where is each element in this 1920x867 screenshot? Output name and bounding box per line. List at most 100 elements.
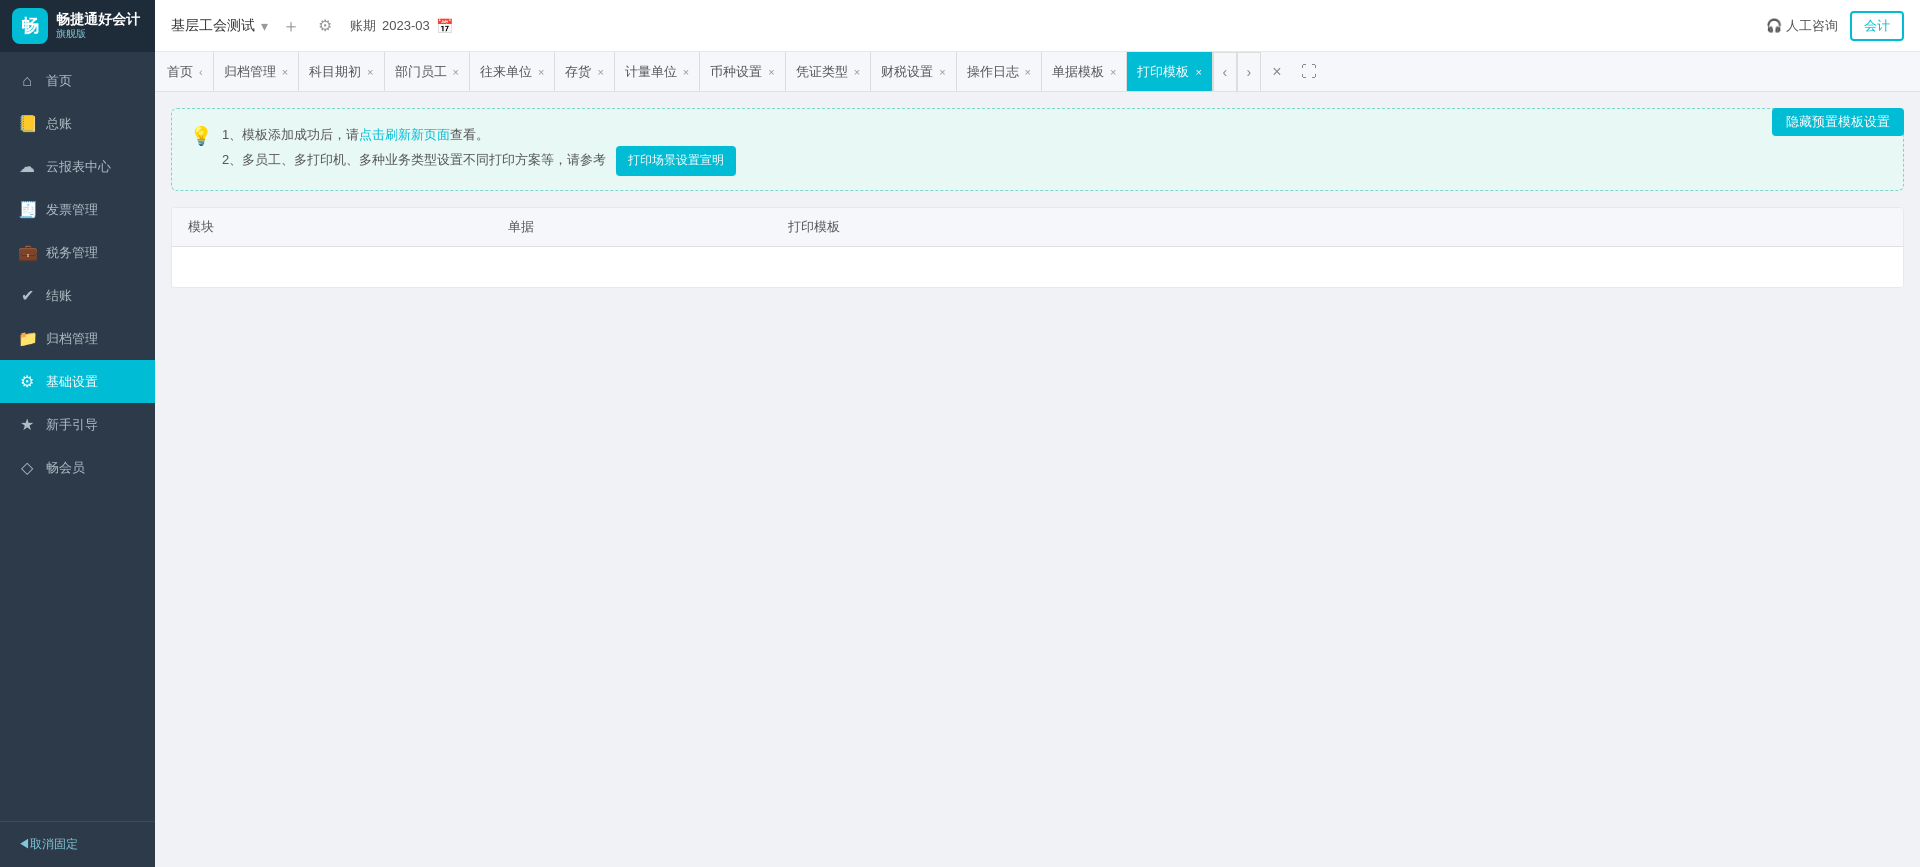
tab-label: 存货 [565, 63, 591, 81]
tab-close-all-button[interactable]: × [1261, 52, 1293, 92]
sidebar-item-label: 归档管理 [46, 330, 98, 348]
col-module-header: 模块 [172, 218, 492, 236]
notice-box: 💡 1、模板添加成功后，请点击刷新新页面查看。 2、多员工、多打印机、多种业务类… [171, 108, 1904, 191]
tab-home[interactable]: 首页 ‹ [157, 52, 214, 92]
home-icon: ⌂ [18, 72, 36, 90]
tab-close-icon[interactable]: × [683, 66, 689, 78]
company-selector[interactable]: 基层工会测试 ▾ [171, 17, 268, 35]
tab-archive[interactable]: 归档管理 × [214, 52, 299, 92]
topbar: 基层工会测试 ▾ ＋ ⚙ 账期 2023-03 📅 🎧 人工咨询 会计 [155, 0, 1920, 52]
archive-icon: 📁 [18, 329, 36, 348]
headset-icon: 🎧 [1766, 18, 1782, 33]
logo-area: 畅 畅捷通好会计 旗舰版 [0, 0, 155, 52]
sidebar-item-label: 发票管理 [46, 201, 98, 219]
tab-nav-icon: ‹ [199, 66, 203, 78]
tab-print[interactable]: 打印模板 × [1127, 52, 1212, 92]
settings-icon: ⚙ [18, 372, 36, 391]
sidebar-item-ledger[interactable]: 📒 总账 [0, 102, 155, 145]
tab-close-icon[interactable]: × [538, 66, 544, 78]
tab-label: 凭证类型 [796, 63, 848, 81]
tab-subject[interactable]: 科目期初 × [299, 52, 384, 92]
sidebar-item-guide[interactable]: ★ 新手引导 [0, 403, 155, 446]
tab-prev-button[interactable]: ‹ [1213, 52, 1237, 92]
cloud-icon: ☁ [18, 157, 36, 176]
tab-label: 部门员工 [395, 63, 447, 81]
sidebar-item-label: 畅会员 [46, 459, 85, 477]
calendar-icon[interactable]: 📅 [436, 18, 453, 34]
sidebar-item-label: 首页 [46, 72, 72, 90]
sidebar-item-settings[interactable]: ⚙ 基础设置 [0, 360, 155, 403]
tab-close-icon[interactable]: × [1025, 66, 1031, 78]
tab-close-icon[interactable]: × [1195, 66, 1201, 78]
tab-label: 币种设置 [710, 63, 762, 81]
sidebar-item-tax[interactable]: 💼 税务管理 [0, 231, 155, 274]
tab-customer[interactable]: 往来单位 × [470, 52, 555, 92]
tab-close-icon[interactable]: × [597, 66, 603, 78]
sidebar: 畅 畅捷通好会计 旗舰版 ⌂ 首页 📒 总账 ☁ 云报表中心 🧾 发票管理 💼 … [0, 0, 155, 867]
tabbar: 首页 ‹ 归档管理 × 科目期初 × 部门员工 × 往来单位 × 存货 × 计量… [155, 52, 1920, 92]
sidebar-nav: ⌂ 首页 📒 总账 ☁ 云报表中心 🧾 发票管理 💼 税务管理 ✔ 结账 📁 归… [0, 52, 155, 821]
sidebar-item-invoice[interactable]: 🧾 发票管理 [0, 188, 155, 231]
print-template-table: 模块 单据 打印模板 [171, 207, 1904, 288]
tab-label: 计量单位 [625, 63, 677, 81]
sidebar-item-label: 税务管理 [46, 244, 98, 262]
settings-gear-icon[interactable]: ⚙ [314, 16, 336, 35]
sidebar-item-home[interactable]: ⌂ 首页 [0, 60, 155, 102]
tab-close-icon[interactable]: × [768, 66, 774, 78]
period-value: 2023-03 [382, 18, 430, 33]
tax-icon: 💼 [18, 243, 36, 262]
tab-dept[interactable]: 部门员工 × [385, 52, 470, 92]
tab-label: 首页 [167, 63, 193, 81]
tab-close-icon[interactable]: × [939, 66, 945, 78]
ledger-icon: 📒 [18, 114, 36, 133]
sidebar-item-label: 云报表中心 [46, 158, 111, 176]
tab-unit[interactable]: 计量单位 × [615, 52, 700, 92]
add-tab-button[interactable]: ＋ [278, 14, 304, 38]
member-icon: ◇ [18, 458, 36, 477]
sidebar-item-member[interactable]: ◇ 畅会员 [0, 446, 155, 489]
tab-next-button[interactable]: › [1237, 52, 1261, 92]
sidebar-item-label: 总账 [46, 115, 72, 133]
tab-expand-button[interactable]: ⛶ [1293, 52, 1325, 92]
table-body [172, 247, 1903, 287]
tab-close-icon[interactable]: × [854, 66, 860, 78]
tab-label: 打印模板 [1137, 63, 1189, 81]
sidebar-item-archive[interactable]: 📁 归档管理 [0, 317, 155, 360]
tab-tax-set[interactable]: 财税设置 × [871, 52, 956, 92]
tab-voucher[interactable]: 凭证类型 × [786, 52, 871, 92]
accountant-button[interactable]: 会计 [1850, 11, 1904, 41]
tab-label: 科目期初 [309, 63, 361, 81]
tab-oplog[interactable]: 操作日志 × [957, 52, 1042, 92]
tab-label: 往来单位 [480, 63, 532, 81]
tab-inventory[interactable]: 存货 × [555, 52, 614, 92]
print-scene-button[interactable]: 打印场景设置宣明 [616, 146, 736, 176]
tab-close-icon[interactable]: × [453, 66, 459, 78]
tab-close-icon[interactable]: × [282, 66, 288, 78]
content-area: 隐藏预置模板设置 💡 1、模板添加成功后，请点击刷新新页面查看。 2、多员工、多… [155, 92, 1920, 867]
topbar-right: 🎧 人工咨询 会计 [1766, 11, 1904, 41]
tab-currency[interactable]: 币种设置 × [700, 52, 785, 92]
close-period-icon: ✔ [18, 286, 36, 305]
tab-close-icon[interactable]: × [367, 66, 373, 78]
col-template-header: 打印模板 [772, 218, 1903, 236]
tab-close-icon[interactable]: × [1110, 66, 1116, 78]
main-area: 基层工会测试 ▾ ＋ ⚙ 账期 2023-03 📅 🎧 人工咨询 会计 首页 ‹… [155, 0, 1920, 867]
period-display: 账期 2023-03 📅 [350, 17, 453, 35]
tab-label: 操作日志 [967, 63, 1019, 81]
sidebar-item-reports[interactable]: ☁ 云报表中心 [0, 145, 155, 188]
tab-label: 单据模板 [1052, 63, 1104, 81]
hide-preview-button[interactable]: 隐藏预置模板设置 [1772, 108, 1904, 136]
unpin-button[interactable]: ◀取消固定 [0, 821, 155, 867]
company-dropdown-icon[interactable]: ▾ [261, 18, 268, 34]
tab-slip[interactable]: 单据模板 × [1042, 52, 1127, 92]
sidebar-item-label: 新手引导 [46, 416, 98, 434]
customer-service-button[interactable]: 🎧 人工咨询 [1766, 17, 1838, 35]
logo-text: 畅捷通好会计 旗舰版 [56, 11, 140, 42]
notice-content: 1、模板添加成功后，请点击刷新新页面查看。 2、多员工、多打印机、多种业务类型设… [222, 123, 736, 176]
invoice-icon: 🧾 [18, 200, 36, 219]
refresh-link[interactable]: 点击刷新新页面 [359, 127, 450, 142]
guide-icon: ★ [18, 415, 36, 434]
table-header: 模块 单据 打印模板 [172, 208, 1903, 247]
sidebar-item-close[interactable]: ✔ 结账 [0, 274, 155, 317]
sidebar-item-label: 结账 [46, 287, 72, 305]
